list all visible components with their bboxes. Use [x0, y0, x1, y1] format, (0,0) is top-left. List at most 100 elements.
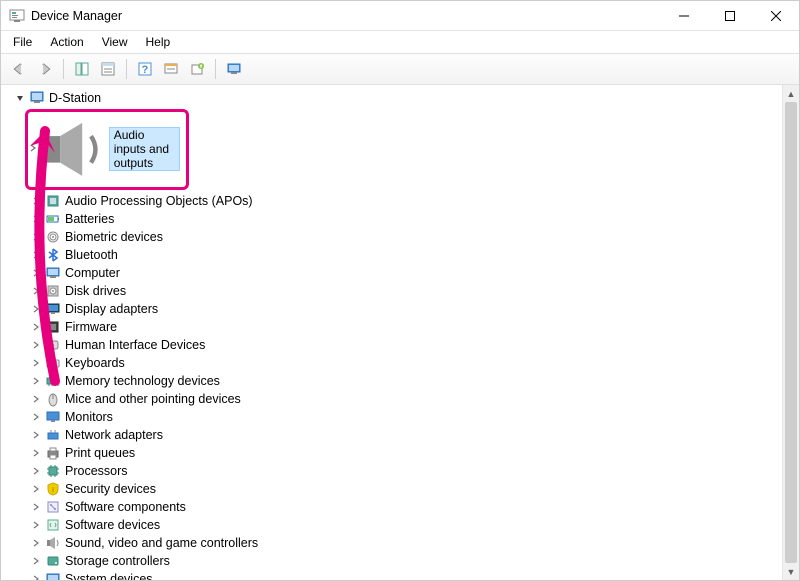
device-category-row[interactable]: Storage controllers — [9, 552, 782, 570]
device-category-row[interactable]: Disk drives — [9, 282, 782, 300]
battery-icon — [45, 211, 61, 227]
scan-button[interactable] — [159, 57, 183, 81]
chevron-right-icon[interactable] — [28, 142, 38, 156]
device-category-row[interactable]: Mice and other pointing devices — [9, 390, 782, 408]
device-category-row[interactable]: Monitors — [9, 408, 782, 426]
device-category-row[interactable]: Bluetooth — [9, 246, 782, 264]
chevron-right-icon[interactable] — [29, 248, 43, 262]
highlighted-device-row[interactable]: Audio inputs and outputs — [25, 109, 189, 190]
menu-view[interactable]: View — [94, 33, 136, 51]
chevron-right-icon[interactable] — [29, 428, 43, 442]
speaker-icon — [38, 114, 109, 185]
device-view-button[interactable] — [222, 57, 246, 81]
device-category-row[interactable]: Computer — [9, 264, 782, 282]
chevron-down-icon[interactable] — [13, 91, 27, 105]
forward-button[interactable] — [33, 57, 57, 81]
chevron-right-icon[interactable] — [29, 392, 43, 406]
firmware-icon — [45, 319, 61, 335]
chevron-right-icon[interactable] — [29, 338, 43, 352]
window-title: Device Manager — [31, 9, 661, 23]
titlebar: Device Manager — [1, 1, 799, 31]
device-label: Software devices — [65, 518, 160, 532]
device-category-row[interactable]: Audio Processing Objects (APOs) — [9, 192, 782, 210]
help-button[interactable]: ? — [133, 57, 157, 81]
chevron-right-icon[interactable] — [29, 500, 43, 514]
device-label: Display adapters — [65, 302, 158, 316]
menubar: File Action View Help — [1, 31, 799, 53]
root-label: D-Station — [49, 91, 101, 105]
hid-icon — [45, 337, 61, 353]
back-button[interactable] — [7, 57, 31, 81]
device-category-row[interactable]: Firmware — [9, 318, 782, 336]
device-category-row[interactable]: Biometric devices — [9, 228, 782, 246]
maximize-button[interactable] — [707, 1, 753, 30]
device-label: Storage controllers — [65, 554, 170, 568]
chevron-right-icon[interactable] — [29, 572, 43, 580]
display-icon — [45, 301, 61, 317]
chevron-right-icon[interactable] — [29, 464, 43, 478]
chevron-right-icon[interactable] — [29, 554, 43, 568]
device-label: Audio inputs and outputs — [109, 127, 180, 171]
device-label: Network adapters — [65, 428, 163, 442]
device-label: Audio Processing Objects (APOs) — [65, 194, 253, 208]
device-category-row[interactable]: Security devices — [9, 480, 782, 498]
device-label: Human Interface Devices — [65, 338, 205, 352]
storage-icon — [45, 553, 61, 569]
menu-action[interactable]: Action — [42, 33, 91, 51]
chevron-right-icon[interactable] — [29, 356, 43, 370]
device-category-row[interactable]: Keyboards — [9, 354, 782, 372]
device-category-row[interactable]: Software components — [9, 498, 782, 516]
device-tree[interactable]: D-Station Audio inputs and outputs Audio … — [1, 85, 782, 580]
computer-icon — [45, 265, 61, 281]
device-label: System devices — [65, 572, 153, 580]
chevron-right-icon[interactable] — [29, 482, 43, 496]
security-icon — [45, 481, 61, 497]
menu-file[interactable]: File — [5, 33, 40, 51]
chevron-right-icon[interactable] — [29, 410, 43, 424]
device-category-row[interactable]: Memory technology devices — [9, 372, 782, 390]
device-category-row[interactable]: Print queues — [9, 444, 782, 462]
device-category-row[interactable]: Processors — [9, 462, 782, 480]
device-label: Firmware — [65, 320, 117, 334]
menu-help[interactable]: Help — [138, 33, 179, 51]
device-label: Security devices — [65, 482, 156, 496]
device-label: Batteries — [65, 212, 114, 226]
chevron-right-icon[interactable] — [29, 536, 43, 550]
bluetooth-icon — [45, 247, 61, 263]
chevron-right-icon[interactable] — [29, 266, 43, 280]
scroll-thumb[interactable] — [785, 102, 797, 563]
device-category-row[interactable]: Human Interface Devices — [9, 336, 782, 354]
minimize-button[interactable] — [661, 1, 707, 30]
chevron-right-icon[interactable] — [29, 212, 43, 226]
root-node[interactable]: D-Station — [9, 89, 782, 107]
app-icon — [9, 8, 25, 24]
device-category-row[interactable]: Sound, video and game controllers — [9, 534, 782, 552]
show-hide-tree-button[interactable] — [70, 57, 94, 81]
device-category-row[interactable]: Software devices — [9, 516, 782, 534]
device-category-row[interactable]: Network adapters — [9, 426, 782, 444]
keyboard-icon — [45, 355, 61, 371]
chevron-right-icon[interactable] — [29, 194, 43, 208]
scroll-up-button[interactable]: ▲ — [783, 85, 799, 102]
disk-icon — [45, 283, 61, 299]
chevron-right-icon[interactable] — [29, 518, 43, 532]
device-label: Keyboards — [65, 356, 125, 370]
softdev-icon — [45, 517, 61, 533]
chevron-right-icon[interactable] — [29, 302, 43, 316]
chevron-right-icon[interactable] — [29, 320, 43, 334]
vertical-scrollbar[interactable]: ▲ ▼ — [782, 85, 799, 580]
device-label: Software components — [65, 500, 186, 514]
printer-icon — [45, 445, 61, 461]
close-button[interactable] — [753, 1, 799, 30]
properties-button[interactable] — [96, 57, 120, 81]
chevron-right-icon[interactable] — [29, 230, 43, 244]
chevron-right-icon[interactable] — [29, 446, 43, 460]
chevron-right-icon[interactable] — [29, 374, 43, 388]
update-driver-button[interactable] — [185, 57, 209, 81]
scroll-down-button[interactable]: ▼ — [783, 563, 799, 580]
device-category-row[interactable]: System devices — [9, 570, 782, 580]
mouse-icon — [45, 391, 61, 407]
chevron-right-icon[interactable] — [29, 284, 43, 298]
device-category-row[interactable]: Batteries — [9, 210, 782, 228]
device-category-row[interactable]: Display adapters — [9, 300, 782, 318]
